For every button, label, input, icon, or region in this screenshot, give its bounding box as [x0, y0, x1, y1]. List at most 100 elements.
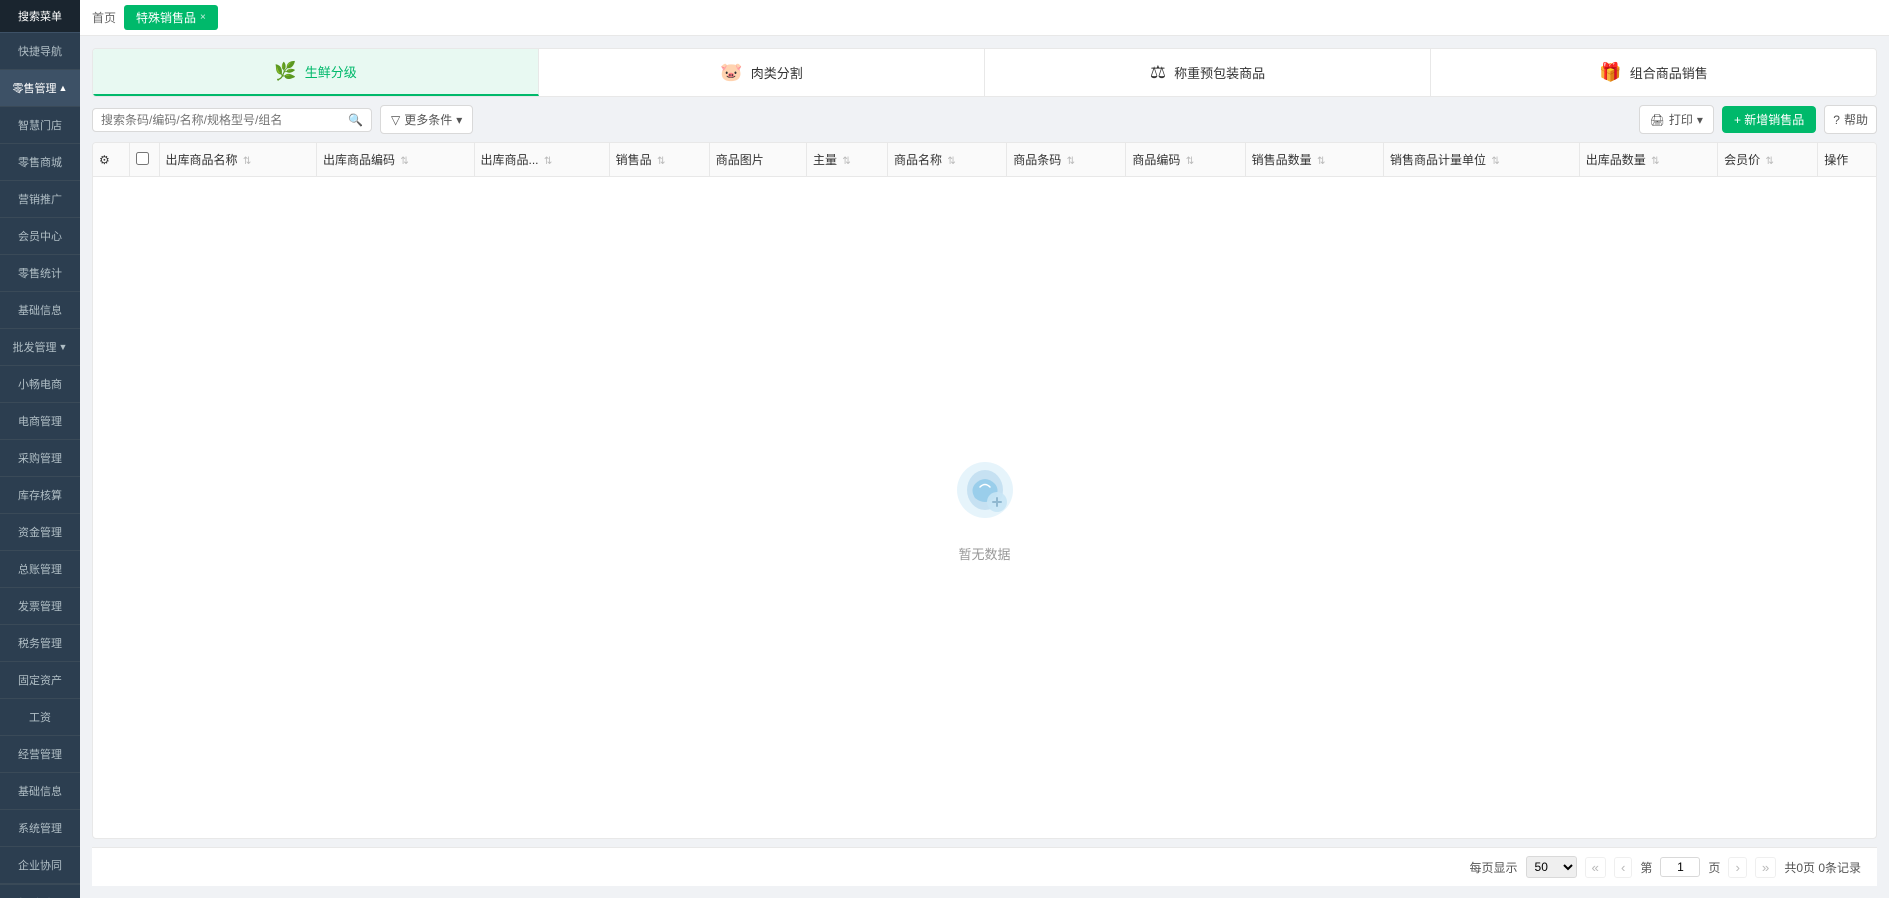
sort-sale-qty-icon: ⇅	[1317, 156, 1325, 167]
page-size-label: 每页显示	[1470, 859, 1518, 876]
wholesale-arrow-icon: ▼	[59, 342, 68, 352]
sidebar-item-retail-mall[interactable]: 零售商城	[0, 144, 80, 181]
sidebar-item-smart-store[interactable]: 智慧门店	[0, 107, 80, 144]
page-content: 🌿 生鲜分级 🐷 肉类分割 ⚖ 称重预包装商品 🎁 组合商品销售 🔍	[80, 36, 1889, 898]
toolbar-left: 🔍 ▽ 更多条件 ▾	[92, 105, 473, 134]
search-input[interactable]	[101, 113, 344, 127]
page-unit: 页	[1708, 859, 1720, 876]
sidebar-item-salary[interactable]: 工资	[0, 699, 80, 736]
sidebar-item-company-agr[interactable]: 企业协同	[0, 847, 80, 884]
active-tab[interactable]: 特殊销售品 ×	[124, 5, 218, 30]
table-header-row: ⚙ 出库商品名称 ⇅ 出库商品编码 ⇅ 出库商品...	[93, 143, 1876, 177]
sort-barcode-icon: ⇅	[1067, 156, 1075, 167]
sidebar-item-ops-mgmt[interactable]: 经营管理	[0, 736, 80, 773]
sidebar-item-basic-info[interactable]: 基础信息	[0, 292, 80, 329]
filter-button[interactable]: ▽ 更多条件 ▾	[380, 105, 473, 134]
topbar: 首页 特殊销售品 ×	[80, 0, 1889, 36]
new-sale-item-button[interactable]: + 新增销售品	[1722, 106, 1816, 133]
page-label: 第	[1640, 859, 1652, 876]
page-size-select[interactable]: 50 10 20 100	[1526, 856, 1577, 878]
sidebar-item-general-ledger[interactable]: 总账管理	[0, 551, 80, 588]
col-checkbox[interactable]	[129, 143, 159, 177]
sidebar-item-purchase-mgmt[interactable]: 采购管理	[0, 440, 80, 477]
sidebar-logo[interactable]: 搜索菜单	[0, 0, 80, 33]
sidebar-item-sys-mgmt[interactable]: 系统管理	[0, 810, 80, 847]
prev-page-button[interactable]: ‹	[1614, 857, 1632, 878]
help-button[interactable]: ? 帮助	[1824, 105, 1877, 134]
new-btn-label: + 新增销售品	[1734, 111, 1804, 128]
sidebar-item-retail-mgmt[interactable]: 零售管理 ▲	[0, 70, 80, 107]
empty-state: 暂无数据	[93, 177, 1876, 838]
sidebar-item-wholesale-mgmt[interactable]: 批发管理 ▼	[0, 329, 80, 366]
sort-sale-unit-icon: ⇅	[1491, 156, 1499, 167]
next-page-button[interactable]: ›	[1728, 857, 1746, 878]
pagination-bar: 每页显示 50 10 20 100 « ‹ 第 页 › » 共0页 0条记录	[92, 847, 1877, 886]
sidebar-item-ecom-mgmt[interactable]: 电商管理	[0, 403, 80, 440]
sort-warehouse-code-icon: ⇅	[400, 156, 408, 167]
sidebar-item-new-guide[interactable]: 新手引导	[0, 885, 80, 898]
active-tab-label: 特殊销售品	[136, 9, 196, 26]
sidebar-item-mini-ecom[interactable]: 小畅电商	[0, 366, 80, 403]
combo-sale-icon: 🎁	[1599, 62, 1621, 83]
sort-weight-icon: ⇅	[842, 156, 850, 167]
col-sale-qty[interactable]: 销售品数量 ⇅	[1245, 143, 1383, 177]
tab-combo-sale[interactable]: 🎁 组合商品销售	[1431, 49, 1876, 96]
sort-warehouse-name-icon: ⇅	[243, 156, 251, 167]
col-sale-item[interactable]: 销售品 ⇅	[609, 143, 709, 177]
print-arrow-icon: ▾	[1697, 113, 1703, 127]
toolbar-right: 🖨 打印 ▾ + 新增销售品 ? 帮助	[1639, 105, 1877, 134]
col-action: 操作	[1818, 143, 1876, 177]
sidebar-item-tax-mgmt[interactable]: 税务管理	[0, 625, 80, 662]
col-member-price[interactable]: 会员价 ⇅	[1718, 143, 1818, 177]
sort-warehouse-spec-icon: ⇅	[544, 156, 552, 167]
fresh-grade-icon: 🌿	[274, 61, 296, 82]
close-tab-icon[interactable]: ×	[200, 12, 206, 23]
search-box: 🔍	[92, 108, 372, 132]
col-warehouse-qty[interactable]: 出库品数量 ⇅	[1579, 143, 1717, 177]
print-button[interactable]: 🖨 打印 ▾	[1639, 105, 1714, 134]
tab-fresh-grade[interactable]: 🌿 生鲜分级	[93, 49, 539, 96]
search-icon[interactable]: 🔍	[348, 113, 363, 127]
sidebar-item-fixed-assets[interactable]: 固定资产	[0, 662, 80, 699]
col-barcode[interactable]: 商品条码 ⇅	[1007, 143, 1126, 177]
col-product-code[interactable]: 商品编码 ⇅	[1126, 143, 1245, 177]
tab-meat-cut[interactable]: 🐷 肉类分割	[539, 49, 985, 96]
page-number-input[interactable]	[1660, 857, 1700, 877]
help-label: 帮助	[1844, 111, 1868, 128]
first-page-button[interactable]: «	[1585, 857, 1606, 878]
print-label: 打印	[1669, 111, 1693, 128]
scale-package-icon: ⚖	[1150, 62, 1166, 83]
category-tabs: 🌿 生鲜分级 🐷 肉类分割 ⚖ 称重预包装商品 🎁 组合商品销售	[92, 48, 1877, 97]
table-scroll-area[interactable]: ⚙ 出库商品名称 ⇅ 出库商品编码 ⇅ 出库商品...	[93, 143, 1876, 177]
col-warehouse-code[interactable]: 出库商品编码 ⇅	[317, 143, 475, 177]
data-table: ⚙ 出库商品名称 ⇅ 出库商品编码 ⇅ 出库商品...	[93, 143, 1876, 177]
last-page-button[interactable]: »	[1755, 857, 1776, 878]
sort-product-name-icon: ⇅	[947, 156, 955, 167]
sidebar-item-retail-stats[interactable]: 零售统计	[0, 255, 80, 292]
sidebar-item-member-center[interactable]: 会员中心	[0, 218, 80, 255]
col-product-name[interactable]: 商品名称 ⇅	[887, 143, 1006, 177]
tab-combo-sale-label: 组合商品销售	[1630, 63, 1708, 82]
col-weight[interactable]: 主量 ⇅	[807, 143, 888, 177]
col-product-image[interactable]: 商品图片	[709, 143, 806, 177]
filter-arrow-icon: ▾	[456, 113, 462, 127]
sidebar-item-sales-promo[interactable]: 营销推广	[0, 181, 80, 218]
col-settings[interactable]: ⚙	[93, 143, 129, 177]
col-warehouse-name[interactable]: 出库商品名称 ⇅	[159, 143, 317, 177]
sidebar-item-inventory[interactable]: 库存核算	[0, 477, 80, 514]
col-sale-unit[interactable]: 销售商品计量单位 ⇅	[1384, 143, 1580, 177]
col-warehouse-spec[interactable]: 出库商品... ⇅	[474, 143, 609, 177]
tab-scale-package[interactable]: ⚖ 称重预包装商品	[985, 49, 1431, 96]
data-table-container: ⚙ 出库商品名称 ⇅ 出库商品编码 ⇅ 出库商品...	[92, 142, 1877, 839]
sort-member-price-icon: ⇅	[1765, 156, 1773, 167]
home-link[interactable]: 首页	[92, 9, 116, 26]
sidebar-item-finance[interactable]: 资金管理	[0, 514, 80, 551]
select-all-checkbox[interactable]	[136, 152, 149, 165]
sidebar-item-invoice-mgmt[interactable]: 发票管理	[0, 588, 80, 625]
sidebar-item-base-info2[interactable]: 基础信息	[0, 773, 80, 810]
sort-sale-item-icon: ⇅	[657, 156, 665, 167]
sort-warehouse-qty-icon: ⇅	[1651, 156, 1659, 167]
sidebar-item-quick-nav[interactable]: 快捷导航	[0, 33, 80, 70]
toolbar: 🔍 ▽ 更多条件 ▾ 🖨 打印 ▾ + 新增销售品 ?	[92, 105, 1877, 134]
meat-cut-icon: 🐷	[720, 62, 742, 83]
